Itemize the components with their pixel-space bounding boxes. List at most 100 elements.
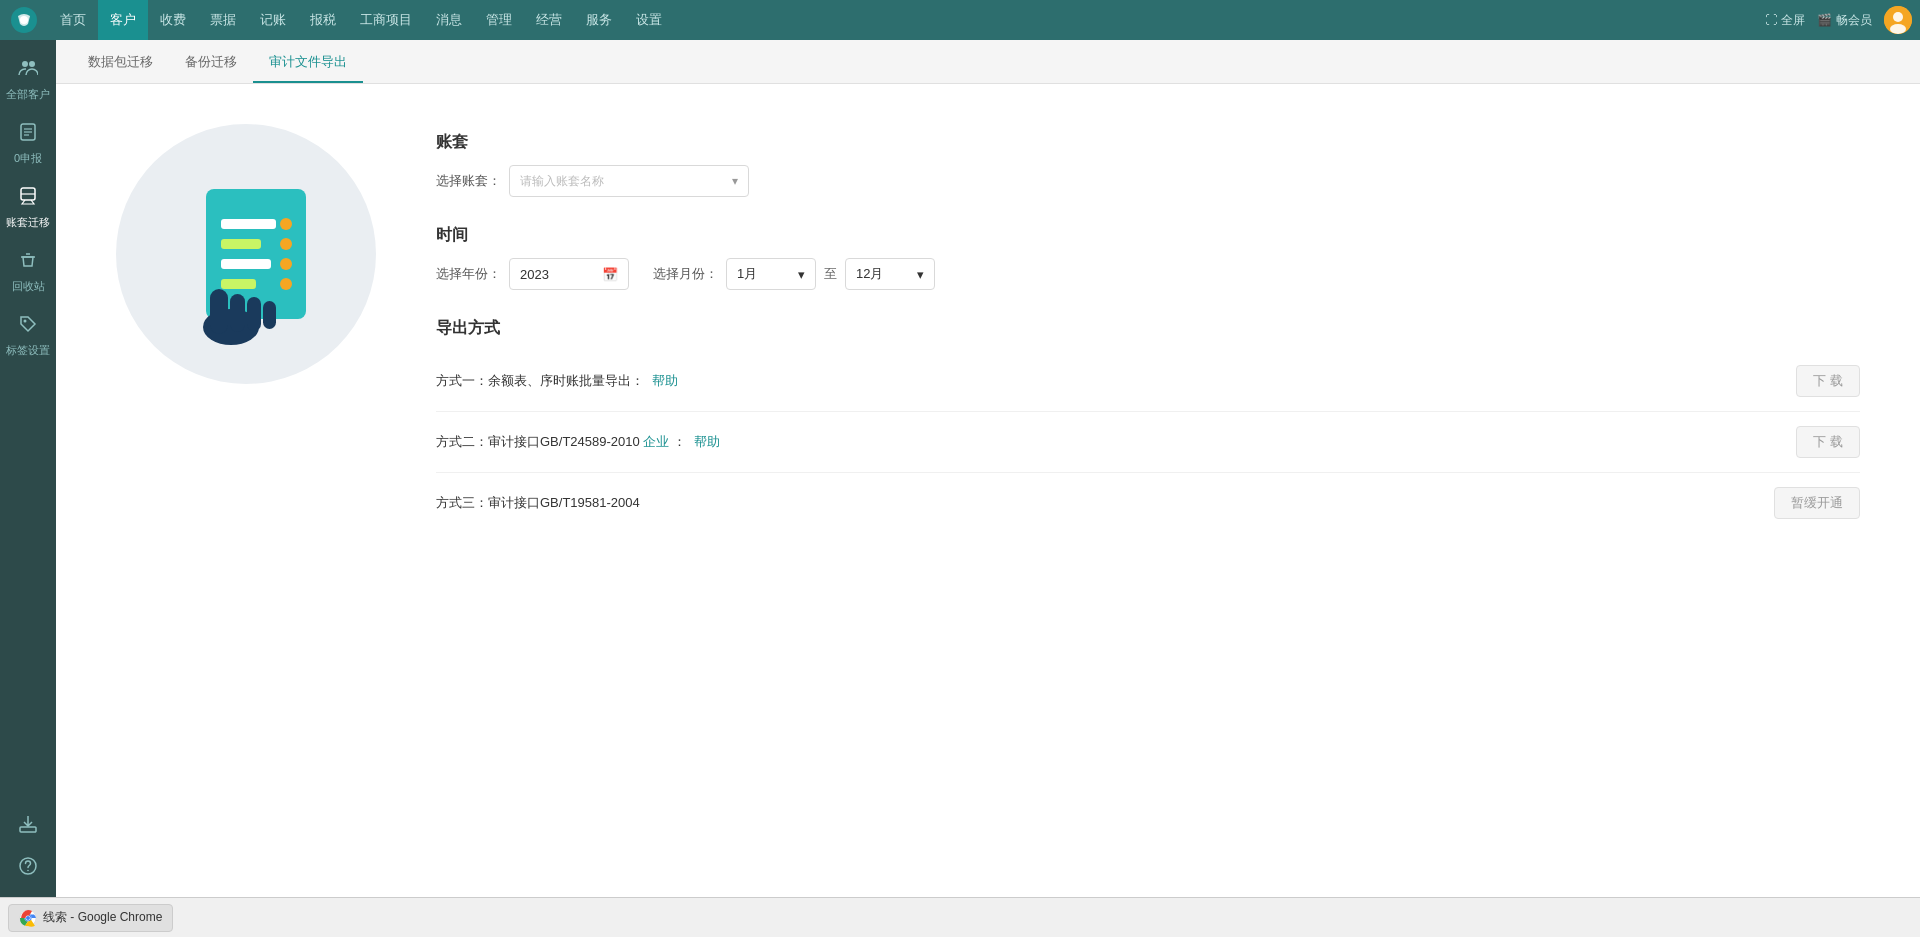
- svg-rect-13: [20, 827, 36, 832]
- tag-settings-icon: [18, 314, 38, 339]
- member-button[interactable]: 🎬 畅会员: [1817, 12, 1872, 29]
- export-method-3-text: 方式三：审计接口GB/T19581-2004: [436, 494, 640, 512]
- account-placeholder: 请输入账套名称: [520, 173, 604, 190]
- tab-data-migration[interactable]: 数据包迁移: [72, 43, 169, 83]
- tab-audit-export[interactable]: 审计文件导出: [253, 43, 363, 83]
- time-section: 时间 选择年份： 2023 📅 选择月份： 1月 ▾ 至: [436, 225, 1860, 290]
- nav-items: 首页 客户 收费 票据 记账 报税 工商项目 消息 管理 经营 服务 设置: [48, 0, 1765, 40]
- export-method-1: 方式一：余额表、序时账批量导出： 帮助 下 载: [436, 351, 1860, 412]
- method-2-prefix: 方式二：审计接口GB/T24589-2010: [436, 434, 640, 449]
- svg-rect-17: [221, 219, 276, 229]
- export-method-3: 方式三：审计接口GB/T19581-2004 暂缓开通: [436, 473, 1860, 533]
- account-dropdown-arrow: ▾: [732, 174, 738, 188]
- calendar-icon: 📅: [602, 267, 618, 282]
- nav-bookkeeping[interactable]: 记账: [248, 0, 298, 40]
- svg-rect-18: [221, 239, 261, 249]
- page-content: 账套 选择账套： 请输入账套名称 ▾ 时间 选择年份：: [56, 84, 1920, 897]
- export-section: 导出方式 方式一：余额表、序时账批量导出： 帮助 下 载 方式二：审计接口GB/…: [436, 318, 1860, 533]
- main-layout: 全部客户 0申报 账套迁移 回收站 标签设置: [0, 40, 1920, 897]
- to-label: 至: [824, 265, 837, 283]
- account-row: 选择账套： 请输入账套名称 ▾: [436, 165, 1860, 197]
- user-avatar[interactable]: [1884, 6, 1912, 34]
- sidebar-label-recycle: 回收站: [12, 279, 45, 294]
- tabs-bar: 数据包迁移 备份迁移 审计文件导出: [56, 40, 1920, 84]
- content-area: 数据包迁移 备份迁移 审计文件导出: [56, 40, 1920, 897]
- nav-tax[interactable]: 报税: [298, 0, 348, 40]
- nav-operation[interactable]: 经营: [524, 0, 574, 40]
- svg-rect-28: [247, 297, 261, 331]
- nav-client[interactable]: 客户: [98, 0, 148, 40]
- account-select[interactable]: 请输入账套名称 ▾: [509, 165, 749, 197]
- svg-rect-27: [230, 294, 245, 332]
- svg-rect-29: [263, 301, 276, 329]
- svg-point-22: [280, 238, 292, 250]
- year-input[interactable]: 2023 📅: [509, 258, 629, 290]
- zero-declare-icon: [18, 122, 38, 147]
- nav-invoice[interactable]: 票据: [198, 0, 248, 40]
- export-method-2-text: 方式二：审计接口GB/T24589-2010 企业 ： 帮助: [436, 433, 720, 451]
- nav-settings[interactable]: 设置: [624, 0, 674, 40]
- year-label: 选择年份：: [436, 265, 501, 283]
- svg-point-23: [280, 258, 292, 270]
- method-1-help-link[interactable]: 帮助: [652, 373, 678, 388]
- sidebar-item-zero-declare[interactable]: 0申报: [0, 112, 56, 176]
- sidebar-item-account-migrate[interactable]: 账套迁移: [0, 176, 56, 240]
- method-2-download-button[interactable]: 下 载: [1796, 426, 1860, 458]
- sidebar-item-tag-settings[interactable]: 标签设置: [0, 304, 56, 368]
- time-row: 选择年份： 2023 📅 选择月份： 1月 ▾ 至 12月: [436, 258, 1860, 290]
- month-start-value: 1月: [737, 265, 757, 283]
- sidebar-label-all-clients: 全部客户: [6, 87, 50, 102]
- all-clients-icon: [18, 58, 38, 83]
- month-end-arrow: ▾: [917, 267, 924, 282]
- taskbar-chrome-item[interactable]: 线索 - Google Chrome: [8, 904, 173, 932]
- nav-business[interactable]: 工商项目: [348, 0, 424, 40]
- method-2-colon: ：: [673, 434, 686, 449]
- time-section-title: 时间: [436, 225, 1860, 246]
- svg-rect-20: [221, 279, 256, 289]
- top-navigation: 首页 客户 收费 票据 记账 报税 工商项目 消息 管理 经营 服务 设置 ⛶ …: [0, 0, 1920, 40]
- method-2-help-link[interactable]: 帮助: [694, 434, 720, 449]
- method-2-company-link[interactable]: 企业: [643, 434, 669, 449]
- svg-point-12: [24, 320, 27, 323]
- svg-point-15: [27, 870, 29, 872]
- sidebar-download-button[interactable]: [0, 805, 56, 843]
- month-start-select[interactable]: 1月 ▾: [726, 258, 816, 290]
- vip-icon: 🎬: [1817, 13, 1832, 27]
- tab-backup-migration[interactable]: 备份迁移: [169, 43, 253, 83]
- svg-point-21: [280, 218, 292, 230]
- year-value: 2023: [520, 267, 549, 282]
- nav-manage[interactable]: 管理: [474, 0, 524, 40]
- nav-service[interactable]: 服务: [574, 0, 624, 40]
- nav-right: ⛶ 全屏 🎬 畅会员: [1765, 6, 1912, 34]
- nav-billing[interactable]: 收费: [148, 0, 198, 40]
- nav-home[interactable]: 首页: [48, 0, 98, 40]
- account-label: 选择账套：: [436, 172, 501, 190]
- chrome-icon: [19, 909, 37, 927]
- sidebar-bottom: [0, 805, 56, 897]
- svg-point-3: [1893, 12, 1903, 22]
- month-end-select[interactable]: 12月 ▾: [845, 258, 935, 290]
- export-method-2: 方式二：审计接口GB/T24589-2010 企业 ： 帮助 下 载: [436, 412, 1860, 473]
- svg-point-6: [29, 61, 35, 67]
- nav-message[interactable]: 消息: [424, 0, 474, 40]
- method-3-open-button[interactable]: 暂缓开通: [1774, 487, 1860, 519]
- fullscreen-icon: ⛶: [1765, 13, 1777, 27]
- svg-point-4: [1890, 24, 1906, 34]
- sidebar-label-zero-declare: 0申报: [14, 151, 42, 166]
- svg-point-5: [22, 61, 28, 67]
- export-section-title: 导出方式: [436, 318, 1860, 339]
- sidebar-item-all-clients[interactable]: 全部客户: [0, 48, 56, 112]
- svg-rect-26: [210, 289, 228, 334]
- sidebar-help-button[interactable]: [0, 847, 56, 885]
- sidebar-item-recycle[interactable]: 回收站: [0, 240, 56, 304]
- fullscreen-button[interactable]: ⛶ 全屏: [1765, 12, 1805, 29]
- app-logo[interactable]: [8, 4, 40, 36]
- form-area: 账套 选择账套： 请输入账套名称 ▾ 时间 选择年份：: [436, 124, 1860, 533]
- recycle-icon: [18, 250, 38, 275]
- month-end-value: 12月: [856, 265, 883, 283]
- svg-point-1: [20, 16, 28, 24]
- method-1-download-button[interactable]: 下 载: [1796, 365, 1860, 397]
- svg-point-33: [26, 916, 30, 920]
- illustration-circle: [116, 124, 376, 384]
- taskbar: 线索 - Google Chrome: [0, 897, 1920, 937]
